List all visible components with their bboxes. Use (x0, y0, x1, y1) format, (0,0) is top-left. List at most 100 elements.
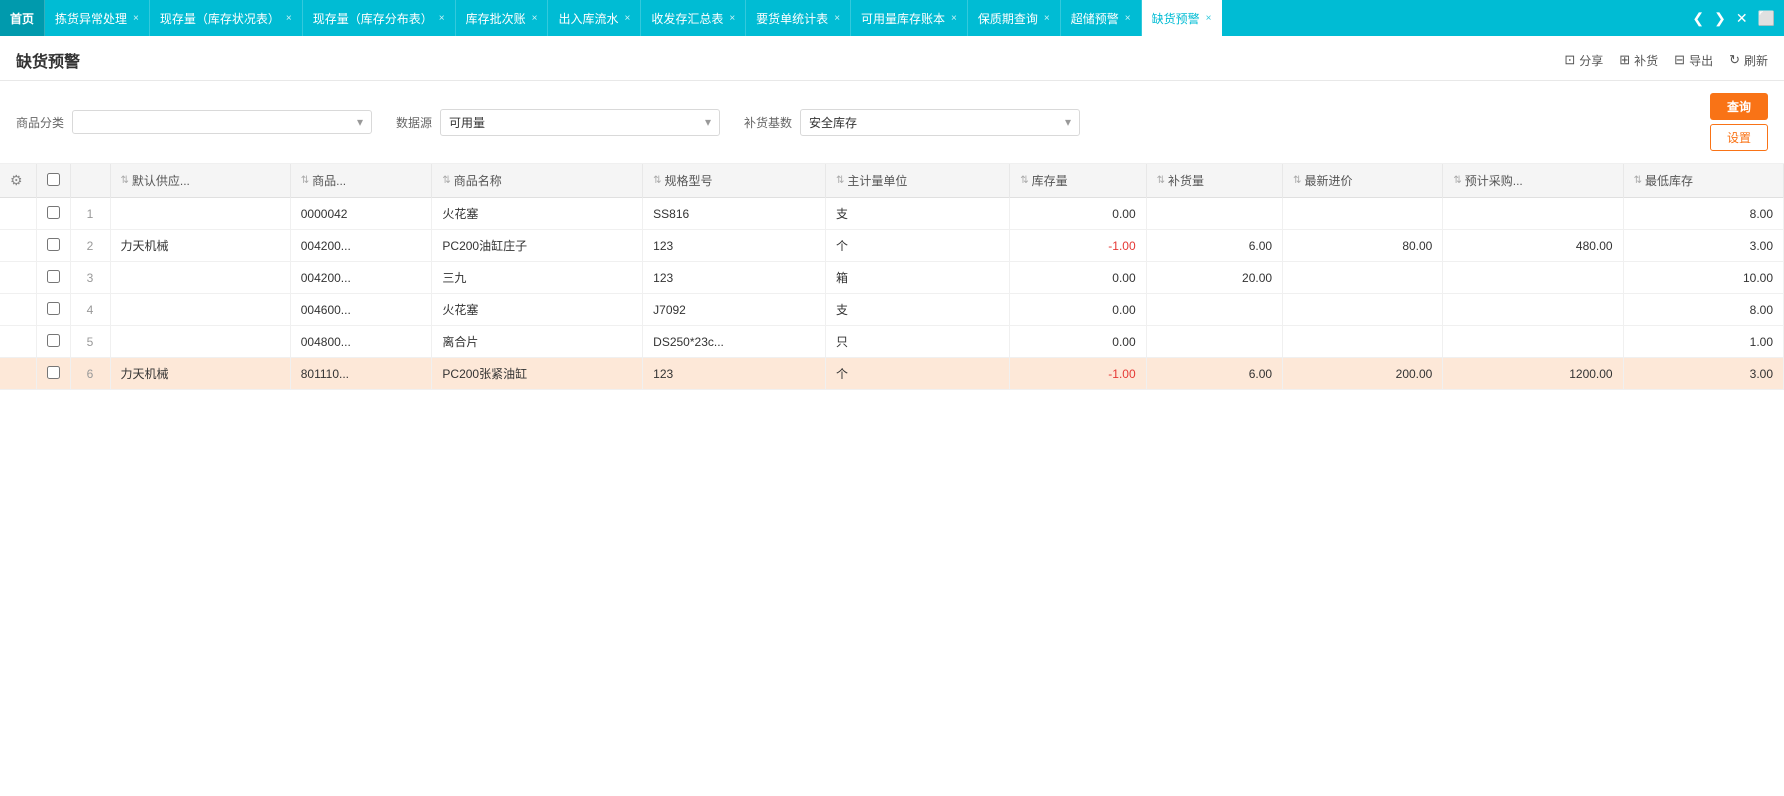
cell-default_supplier (110, 294, 290, 326)
col-label-est_purchase: 预计采购... (1465, 172, 1523, 189)
row-checkbox[interactable] (47, 206, 60, 219)
column-header-default_supplier[interactable]: ⇅默认供应... (121, 172, 280, 189)
cell-replenish_qty: 6.00 (1146, 230, 1282, 262)
cell-unit: 个 (826, 358, 1010, 390)
table-row: 10000042火花塞SS816支0.008.00 (0, 198, 1784, 230)
nav-tab-close-icon[interactable]: × (624, 13, 630, 24)
settings-button[interactable]: 设置 (1710, 124, 1768, 151)
nav-tab-close-icon[interactable]: × (439, 13, 445, 24)
column-header-product_name[interactable]: ⇅商品名称 (442, 172, 632, 189)
cell-unit: 支 (826, 198, 1010, 230)
nav-tab-close-icon[interactable]: × (1044, 13, 1050, 24)
datasource-select[interactable]: 可用量 ▾ (440, 109, 720, 136)
column-header-est_purchase[interactable]: ⇅ 预计采购... (1453, 172, 1612, 189)
nav-tab-shortage[interactable]: 缺货预警× (1142, 0, 1223, 36)
nav-tab-label: 拣货异常处理 (55, 10, 127, 27)
nav-tab-stock-dist[interactable]: 现存量（库存分布表）× (303, 0, 456, 36)
nav-tab-in-out-flow[interactable]: 出入库流水× (548, 0, 641, 36)
nav-tab-expiry-query[interactable]: 保质期查询× (968, 0, 1061, 36)
nav-tab-close-icon[interactable]: × (532, 13, 538, 24)
nav-tab-close-icon[interactable]: × (834, 13, 840, 24)
nav-tab-label: 收发存汇总表 (651, 10, 723, 27)
cell-default_supplier: 力天机械 (110, 358, 290, 390)
column-header-product_code[interactable]: ⇅商品... (301, 172, 422, 189)
filter-bar: 商品分类 ▾ 数据源 可用量 ▾ 补货基数 安全库存 ▾ 查询 设置 (0, 81, 1784, 164)
replenish-basis-arrow-icon: ▾ (1065, 115, 1071, 129)
page-header: 缺货预警 ⊡ 分享 ⊞ 补货 ⊟ 导出 ↻ 刷新 (0, 36, 1784, 81)
cell-latest_price: 80.00 (1283, 230, 1443, 262)
nav-close-button[interactable]: ✕ (1731, 0, 1753, 36)
column-header-spec[interactable]: ⇅规格型号 (653, 172, 815, 189)
sort-icon-unit: ⇅ (836, 175, 844, 186)
export-action[interactable]: ⊟ 导出 (1674, 52, 1713, 69)
cell-replenish_qty: 20.00 (1146, 262, 1282, 294)
nav-tab-home[interactable]: 首页 (0, 0, 45, 36)
top-nav: 首页拣货异常处理×现存量（库存状况表）×现存量（库存分布表）×库存批次账×出入库… (0, 0, 1784, 36)
category-filter-group: 商品分类 ▾ (16, 110, 372, 134)
nav-tab-close-icon[interactable]: × (1125, 13, 1131, 24)
cell-stock_qty: 0.00 (1010, 326, 1146, 358)
replenish-basis-value: 安全库存 (809, 114, 857, 131)
sort-icon-est_purchase: ⇅ (1453, 175, 1461, 186)
page-title: 缺货预警 (16, 48, 80, 72)
nav-prev-button[interactable]: ❮ (1687, 0, 1709, 36)
nav-tab-close-icon[interactable]: × (1206, 13, 1212, 24)
nav-tab-receive-pay[interactable]: 收发存汇总表 × (641, 0, 746, 36)
share-label: 分享 (1579, 52, 1603, 69)
cell-replenish_qty (1146, 326, 1282, 358)
cell-latest_price (1283, 198, 1443, 230)
row-number: 5 (70, 326, 110, 358)
export-icon: ⊟ (1674, 52, 1685, 68)
nav-tab-label: 库存批次账 (466, 10, 526, 27)
nav-tab-stale-exception[interactable]: 拣货异常处理 × (45, 0, 150, 36)
row-checkbox[interactable] (47, 238, 60, 251)
nav-tab-demand-stats[interactable]: 要货单统计表× (746, 0, 851, 36)
share-icon: ⊡ (1564, 52, 1575, 68)
table-settings-icon[interactable]: ⚙ (10, 172, 26, 189)
cell-product_code: 004200... (290, 262, 432, 294)
sort-icon-product_code: ⇅ (301, 175, 309, 186)
row-number: 6 (70, 358, 110, 390)
replenish-action[interactable]: ⊞ 补货 (1619, 52, 1658, 69)
cell-product_code: 004200... (290, 230, 432, 262)
query-button[interactable]: 查询 (1710, 93, 1768, 120)
nav-maximize-button[interactable]: ⬜ (1753, 0, 1780, 36)
nav-next-button[interactable]: ❯ (1709, 0, 1731, 36)
nav-tab-stock-status[interactable]: 现存量（库存状况表）× (150, 0, 303, 36)
category-select[interactable]: ▾ (72, 110, 372, 134)
column-header-min_stock[interactable]: ⇅最低库存 (1634, 172, 1773, 189)
table-row: 2力天机械004200...PC200油缸庄子123个-1.006.0080.0… (0, 230, 1784, 262)
refresh-action[interactable]: ↻ 刷新 (1729, 52, 1768, 69)
column-header-replenish_qty[interactable]: ⇅补货量 (1157, 172, 1272, 189)
nav-tab-close-icon[interactable]: × (286, 13, 292, 24)
cell-product_name: PC200张紧油缸 (432, 358, 643, 390)
row-checkbox[interactable] (47, 334, 60, 347)
table-row: 3004200...三九123箱0.0020.0010.00 (0, 262, 1784, 294)
select-all-checkbox[interactable] (47, 173, 60, 186)
cell-min_stock: 10.00 (1623, 262, 1783, 294)
cell-product_code: 004600... (290, 294, 432, 326)
nav-tab-close-icon[interactable]: × (951, 13, 957, 24)
nav-tab-close-icon[interactable]: × (133, 13, 139, 24)
row-checkbox[interactable] (47, 366, 60, 379)
col-label-latest_price: 最新进价 (1304, 172, 1352, 189)
nav-controls: ❮ ❯ ✕ ⬜ (1683, 0, 1784, 36)
replenish-basis-select[interactable]: 安全库存 ▾ (800, 109, 1080, 136)
cell-product_code: 801110... (290, 358, 432, 390)
nav-tab-batch-account[interactable]: 库存批次账 × (456, 0, 549, 36)
cell-spec: 123 (643, 262, 826, 294)
cell-est_purchase: 1200.00 (1443, 358, 1623, 390)
nav-tab-close-icon[interactable]: × (729, 13, 735, 24)
cell-spec: DS250*23c... (643, 326, 826, 358)
nav-tab-avail-ledger[interactable]: 可用量库存账本× (851, 0, 968, 36)
row-checkbox[interactable] (47, 302, 60, 315)
category-arrow-icon: ▾ (357, 115, 363, 129)
row-checkbox[interactable] (47, 270, 60, 283)
share-action[interactable]: ⊡ 分享 (1564, 52, 1603, 69)
column-header-unit[interactable]: ⇅主计量单位 (836, 172, 999, 189)
column-header-latest_price[interactable]: ⇅最新进价 (1293, 172, 1432, 189)
column-header-stock_qty[interactable]: ⇅库存量 (1020, 172, 1135, 189)
table-row: 5004800...离合片DS250*23c...只0.001.00 (0, 326, 1784, 358)
nav-tab-overstock[interactable]: 超储预警× (1061, 0, 1142, 36)
cell-min_stock: 3.00 (1623, 230, 1783, 262)
